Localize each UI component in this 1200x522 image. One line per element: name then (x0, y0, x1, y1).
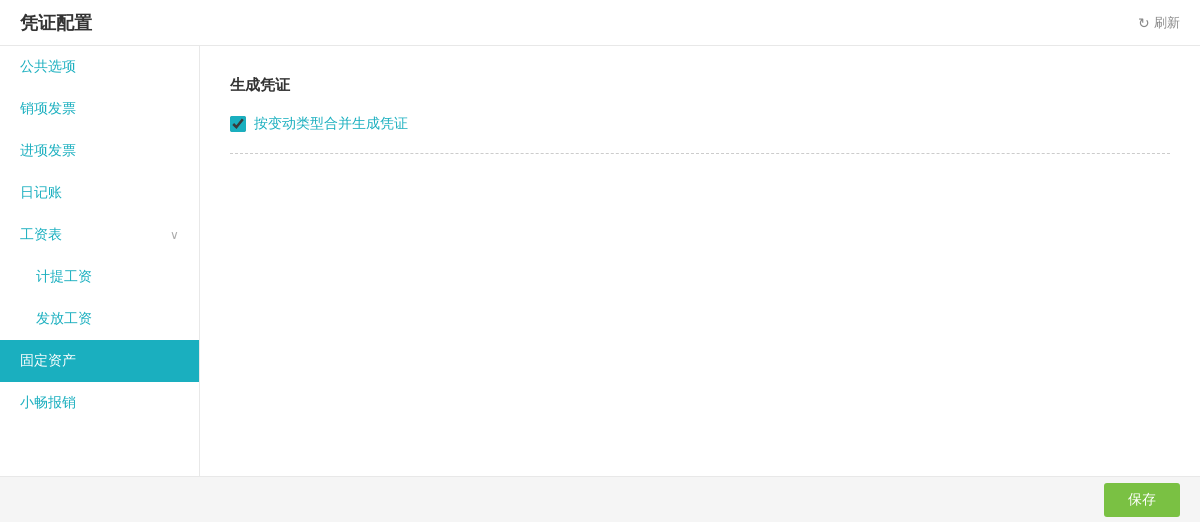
sidebar-item-label: 发放工资 (36, 310, 92, 328)
sidebar-item-label: 进项发票 (20, 142, 76, 160)
section-divider (230, 153, 1170, 154)
sidebar-item-label: 固定资产 (20, 352, 76, 370)
footer-bar: 保存 (0, 476, 1200, 522)
sidebar-item-label: 工资表 (20, 226, 62, 244)
sidebar: 公共选项销项发票进项发票日记账工资表 ∨ 计提工资发放工资固定资产小畅报销 (0, 46, 200, 476)
page-title: 凭证配置 (20, 11, 92, 35)
sidebar-item-label: 公共选项 (20, 58, 76, 76)
sidebar-item-calc-payroll[interactable]: 计提工资 (0, 256, 199, 298)
checkbox-label[interactable]: 按变动类型合并生成凭证 (254, 115, 408, 133)
refresh-icon: ↻ (1138, 15, 1150, 31)
page-header: 凭证配置 ↻ 刷新 (0, 0, 1200, 46)
save-button[interactable]: 保存 (1104, 483, 1180, 517)
checkbox-row: 按变动类型合并生成凭证 (230, 115, 1170, 133)
merge-checkbox[interactable] (230, 116, 246, 132)
sidebar-item-public-options[interactable]: 公共选项 (0, 46, 199, 88)
sidebar-item-label: 计提工资 (36, 268, 92, 286)
refresh-button[interactable]: ↻ 刷新 (1138, 14, 1180, 32)
chevron-down-icon: ∨ (170, 228, 179, 242)
sidebar-item-purchase-invoice[interactable]: 进项发票 (0, 130, 199, 172)
sidebar-item-journal[interactable]: 日记账 (0, 172, 199, 214)
sidebar-item-payroll-table[interactable]: 工资表 ∨ (0, 214, 199, 256)
sidebar-item-label: 日记账 (20, 184, 62, 202)
sidebar-item-pay-payroll[interactable]: 发放工资 (0, 298, 199, 340)
refresh-label: 刷新 (1154, 14, 1180, 32)
sidebar-item-label: 小畅报销 (20, 394, 76, 412)
sidebar-item-sales-invoice[interactable]: 销项发票 (0, 88, 199, 130)
sidebar-item-fixed-assets[interactable]: 固定资产 (0, 340, 199, 382)
sidebar-item-expense-report[interactable]: 小畅报销 (0, 382, 199, 424)
sidebar-item-label: 销项发票 (20, 100, 76, 118)
main-layout: 公共选项销项发票进项发票日记账工资表 ∨ 计提工资发放工资固定资产小畅报销 生成凭证… (0, 46, 1200, 476)
section-title: 生成凭证 (230, 76, 1170, 95)
content-area: 生成凭证 按变动类型合并生成凭证 (200, 46, 1200, 476)
